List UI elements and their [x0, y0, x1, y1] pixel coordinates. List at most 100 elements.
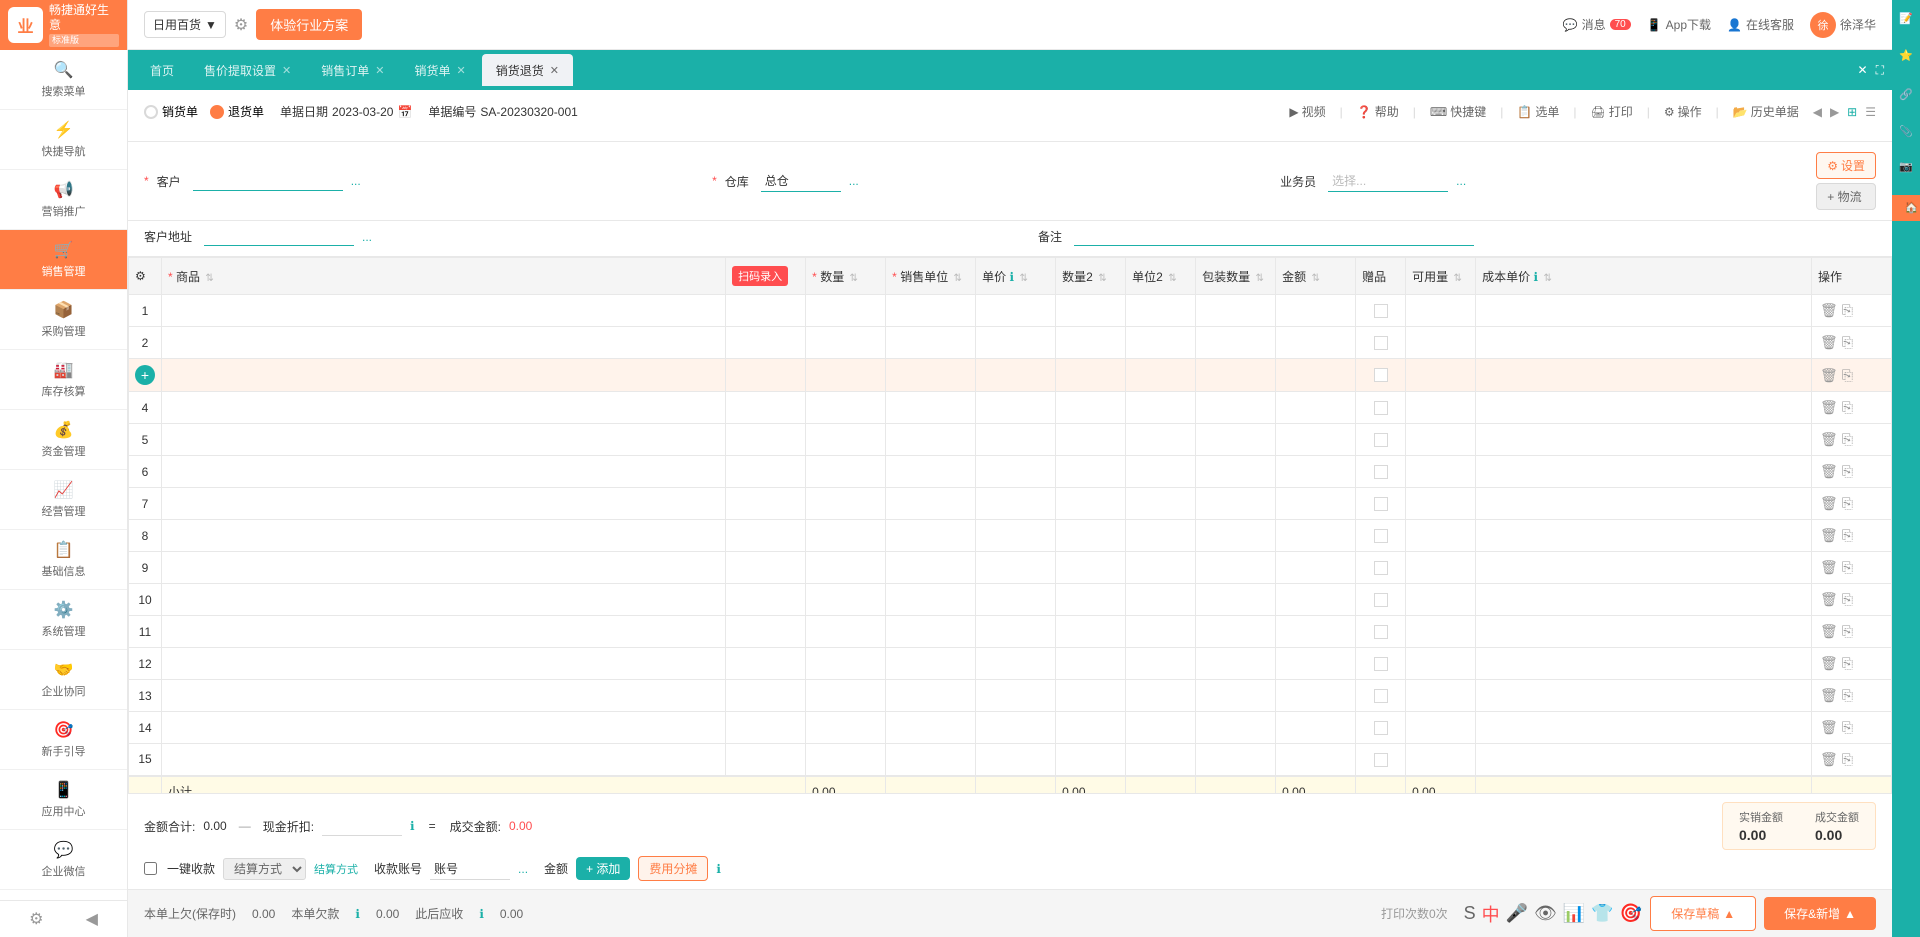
- radio-return[interactable]: 退货单: [210, 103, 264, 120]
- sidebar-item-search[interactable]: 🔍 搜索菜单: [0, 50, 127, 110]
- shortcut-key-btn[interactable]: ⌨ 快捷键: [1424, 100, 1492, 123]
- copy-row-icon[interactable]: ⎘: [1842, 719, 1853, 735]
- customer-dots-btn[interactable]: ...: [351, 174, 361, 188]
- add-row-btn[interactable]: +: [135, 365, 155, 385]
- rs-icon-5[interactable]: 📷: [1898, 158, 1915, 179]
- copy-row-icon[interactable]: ⎘: [1842, 367, 1853, 383]
- sidebar-item-corp[interactable]: 🤝 企业协同: [0, 650, 127, 710]
- close-all-icon[interactable]: ✕: [1858, 63, 1868, 78]
- tab-sales-order[interactable]: 销售订单 ✕: [307, 54, 398, 86]
- copy-row-icon[interactable]: ⎘: [1842, 623, 1853, 639]
- tab-price-settings[interactable]: 售价提取设置 ✕: [190, 54, 305, 86]
- warehouse-dots-btn[interactable]: ...: [849, 174, 859, 188]
- sort-available-icon[interactable]: ⇅: [1454, 273, 1462, 284]
- copy-row-icon[interactable]: ⎘: [1842, 399, 1853, 415]
- tab-sales-return[interactable]: 销货退货 ✕: [482, 54, 573, 86]
- sort-cost-icon[interactable]: ⇅: [1543, 273, 1551, 284]
- copy-row-icon[interactable]: ⎘: [1842, 559, 1853, 575]
- cell-product[interactable]: [162, 359, 726, 392]
- rs-icon-2[interactable]: ⭐: [1898, 45, 1915, 66]
- sidebar-item-shortcut[interactable]: ⚡ 快捷导航: [0, 110, 127, 170]
- sidebar-item-apps[interactable]: 📱 应用中心: [0, 770, 127, 830]
- experience-btn[interactable]: 体验行业方案: [256, 9, 362, 40]
- save-draft-btn[interactable]: 保存草稿 ▲: [1650, 896, 1756, 931]
- discount-input[interactable]: [322, 817, 402, 836]
- settings-side-btn[interactable]: ⚙ 设置: [1816, 152, 1876, 179]
- s-icon-5[interactable]: 📊: [1563, 903, 1585, 924]
- cell-gift-checkbox[interactable]: [1356, 359, 1406, 392]
- s-icon-2[interactable]: 中: [1482, 901, 1500, 927]
- s-icon-1[interactable]: S: [1464, 903, 1476, 924]
- address-dots-btn[interactable]: ...: [362, 230, 372, 244]
- copy-row-icon[interactable]: ⎘: [1842, 527, 1853, 543]
- delete-row-icon[interactable]: 🗑: [1820, 302, 1838, 318]
- user-profile[interactable]: 徐 徐泽华: [1810, 12, 1876, 38]
- account-dots[interactable]: ...: [518, 862, 528, 876]
- cell-gift-checkbox[interactable]: [1356, 712, 1406, 744]
- copy-row-icon[interactable]: ⎘: [1842, 431, 1853, 447]
- cell-gift-checkbox[interactable]: [1356, 616, 1406, 648]
- sidebar-item-purchase[interactable]: 📦 采购管理: [0, 290, 127, 350]
- select-order-btn[interactable]: 📋 选单: [1511, 100, 1565, 123]
- delete-row-icon[interactable]: 🗑: [1820, 751, 1838, 767]
- copy-row-icon[interactable]: ⎘: [1842, 495, 1853, 511]
- rs-icon-3[interactable]: 🔗: [1898, 83, 1915, 104]
- sidebar-item-newbie[interactable]: 🎯 新手引导: [0, 710, 127, 770]
- rs-icon-4[interactable]: 📎: [1898, 120, 1915, 141]
- s-icon-4[interactable]: 👁: [1534, 903, 1557, 924]
- account-input[interactable]: 账号: [430, 858, 510, 880]
- agent-input[interactable]: 选择...: [1328, 170, 1448, 192]
- sort-unit-icon[interactable]: ⇅: [954, 273, 962, 284]
- cell-gift-checkbox[interactable]: [1356, 584, 1406, 616]
- tab-sales[interactable]: 销货单 ✕: [400, 54, 479, 86]
- grid-icon[interactable]: ⊞: [1847, 105, 1857, 119]
- prev-icon[interactable]: ◀: [1813, 105, 1822, 119]
- sort-unit2-icon[interactable]: ⇅: [1168, 273, 1176, 284]
- cell-gift-checkbox[interactable]: [1356, 648, 1406, 680]
- cell-gift-checkbox[interactable]: [1356, 680, 1406, 712]
- tab-close-sales-return[interactable]: ✕: [550, 64, 559, 77]
- print-btn[interactable]: 🖨 打印: [1584, 100, 1638, 123]
- help-btn[interactable]: ❓ 帮助: [1351, 100, 1405, 123]
- delete-row-icon[interactable]: 🗑: [1820, 527, 1838, 543]
- agent-dots-btn[interactable]: ...: [1456, 174, 1466, 188]
- delete-row-icon[interactable]: 🗑: [1820, 591, 1838, 607]
- delete-row-icon[interactable]: 🗑: [1820, 559, 1838, 575]
- expense-btn[interactable]: 费用分摊: [638, 856, 708, 881]
- radio-sales[interactable]: 销货单: [144, 103, 198, 120]
- sort-price-icon[interactable]: ⇅: [1019, 273, 1027, 284]
- sidebar-item-sales[interactable]: 🛒 销售管理: [0, 230, 127, 290]
- cell-gift-checkbox[interactable]: [1356, 744, 1406, 776]
- video-btn[interactable]: ▶ 视频: [1283, 100, 1331, 123]
- history-btn[interactable]: 📂 历史单据: [1727, 100, 1805, 123]
- expand-icon[interactable]: ⛶: [1876, 63, 1884, 78]
- industry-select[interactable]: 日用百货 ▼: [144, 11, 226, 38]
- s-icon-7[interactable]: 🎯: [1620, 903, 1642, 924]
- address-input[interactable]: [204, 227, 354, 246]
- delete-row-icon[interactable]: 🗑: [1820, 655, 1838, 671]
- cell-gift-checkbox[interactable]: [1356, 488, 1406, 520]
- next-icon[interactable]: ▶: [1830, 105, 1839, 119]
- delete-row-icon[interactable]: 🗑: [1820, 367, 1838, 383]
- copy-row-icon[interactable]: ⎘: [1842, 751, 1853, 767]
- delete-row-icon[interactable]: 🗑: [1820, 719, 1838, 735]
- add-payment-btn[interactable]: + 添加: [576, 857, 630, 880]
- remark-input[interactable]: [1074, 227, 1474, 246]
- sort-product-icon[interactable]: ⇅: [205, 273, 213, 284]
- sort-pkg-icon[interactable]: ⇅: [1256, 273, 1264, 284]
- col-settings[interactable]: ⚙: [129, 258, 162, 295]
- copy-row-icon[interactable]: ⎘: [1842, 655, 1853, 671]
- sidebar-item-finance[interactable]: 💰 资金管理: [0, 410, 127, 470]
- sidebar-item-basic[interactable]: 📋 基础信息: [0, 530, 127, 590]
- copy-row-icon[interactable]: ⎘: [1842, 334, 1853, 350]
- sidebar-item-member[interactable]: 👑 畅会员: [0, 890, 127, 900]
- app-download-btn[interactable]: 📱 App下载: [1647, 16, 1711, 33]
- tab-home[interactable]: 首页: [136, 54, 188, 86]
- delete-row-icon[interactable]: 🗑: [1820, 623, 1838, 639]
- delete-row-icon[interactable]: 🗑: [1820, 431, 1838, 447]
- one-click-checkbox[interactable]: [144, 862, 157, 875]
- s-icon-3[interactable]: 🎤: [1506, 903, 1528, 924]
- scan-input-btn[interactable]: 扫码录入: [732, 266, 788, 286]
- delete-row-icon[interactable]: 🗑: [1820, 495, 1838, 511]
- list-icon[interactable]: ☰: [1865, 105, 1876, 119]
